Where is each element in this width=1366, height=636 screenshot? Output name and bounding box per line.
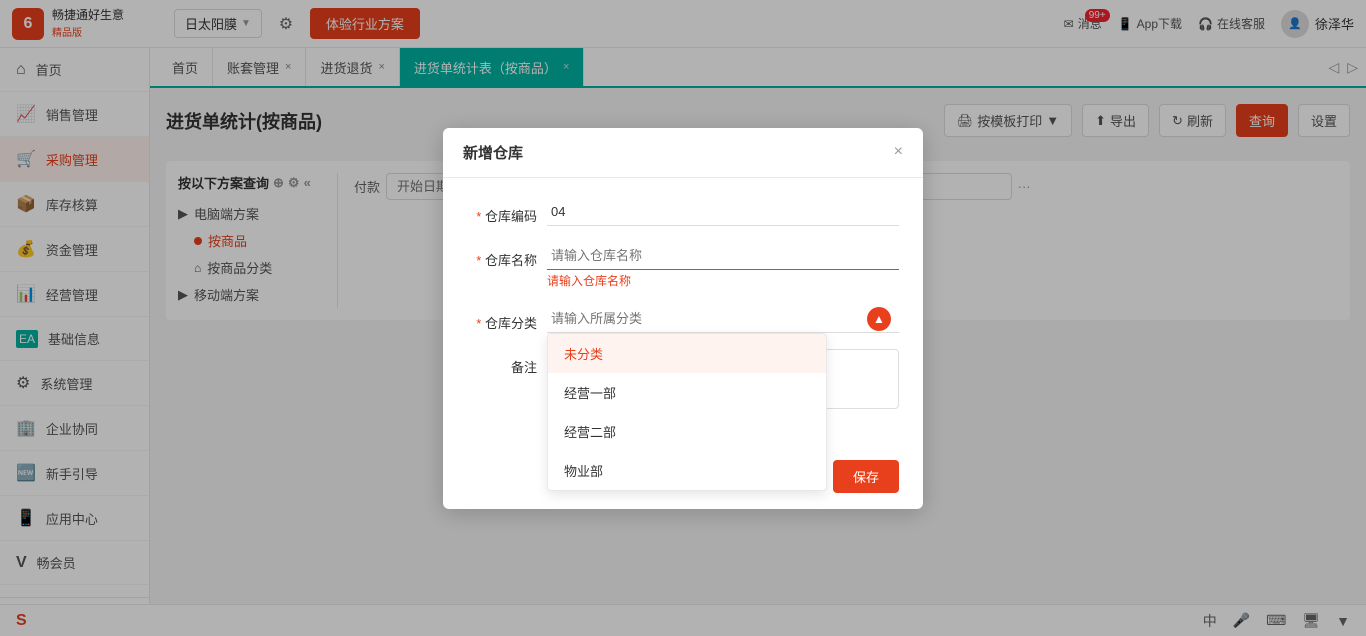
- category-label: * 仓库分类: [467, 305, 547, 332]
- code-input-wrap: [547, 198, 899, 226]
- code-label: * 仓库编码: [467, 198, 547, 225]
- name-field: * 仓库名称 请输入仓库名称: [467, 242, 899, 289]
- new-warehouse-modal: 新增仓库 × * 仓库编码 * 仓库名称: [443, 128, 923, 509]
- name-label: * 仓库名称: [467, 242, 547, 269]
- category-select-wrap: ▲ 未分类 经营一部 经营二部 物业部: [547, 305, 899, 333]
- modal-close-button[interactable]: ×: [894, 143, 903, 161]
- category-field: * 仓库分类 ▲ 未分类 经营一部 经营二部 物业部: [467, 305, 899, 333]
- code-input[interactable]: [547, 198, 899, 226]
- modal-overlay: 新增仓库 × * 仓库编码 * 仓库名称: [0, 0, 1366, 636]
- note-label: 备注: [467, 349, 547, 376]
- category-dropdown: 未分类 经营一部 经营二部 物业部: [547, 333, 827, 491]
- dropdown-item-dept1[interactable]: 经营一部: [548, 373, 826, 412]
- modal-body: * 仓库编码 * 仓库名称 请输入仓库名称: [443, 178, 923, 448]
- modal-header: 新增仓库 ×: [443, 128, 923, 178]
- dropdown-item-property[interactable]: 物业部: [548, 451, 826, 490]
- category-input[interactable]: [547, 305, 899, 333]
- category-arrow-button[interactable]: ▲: [867, 307, 891, 331]
- name-error-msg: 请输入仓库名称: [547, 272, 899, 289]
- code-field: * 仓库编码: [467, 198, 899, 226]
- dropdown-item-unclassified[interactable]: 未分类: [548, 334, 826, 373]
- dropdown-item-dept2[interactable]: 经营二部: [548, 412, 826, 451]
- save-button[interactable]: 保存: [833, 460, 899, 493]
- modal-title: 新增仓库: [463, 142, 523, 163]
- name-input-wrap: 请输入仓库名称: [547, 242, 899, 289]
- name-input[interactable]: [547, 242, 899, 270]
